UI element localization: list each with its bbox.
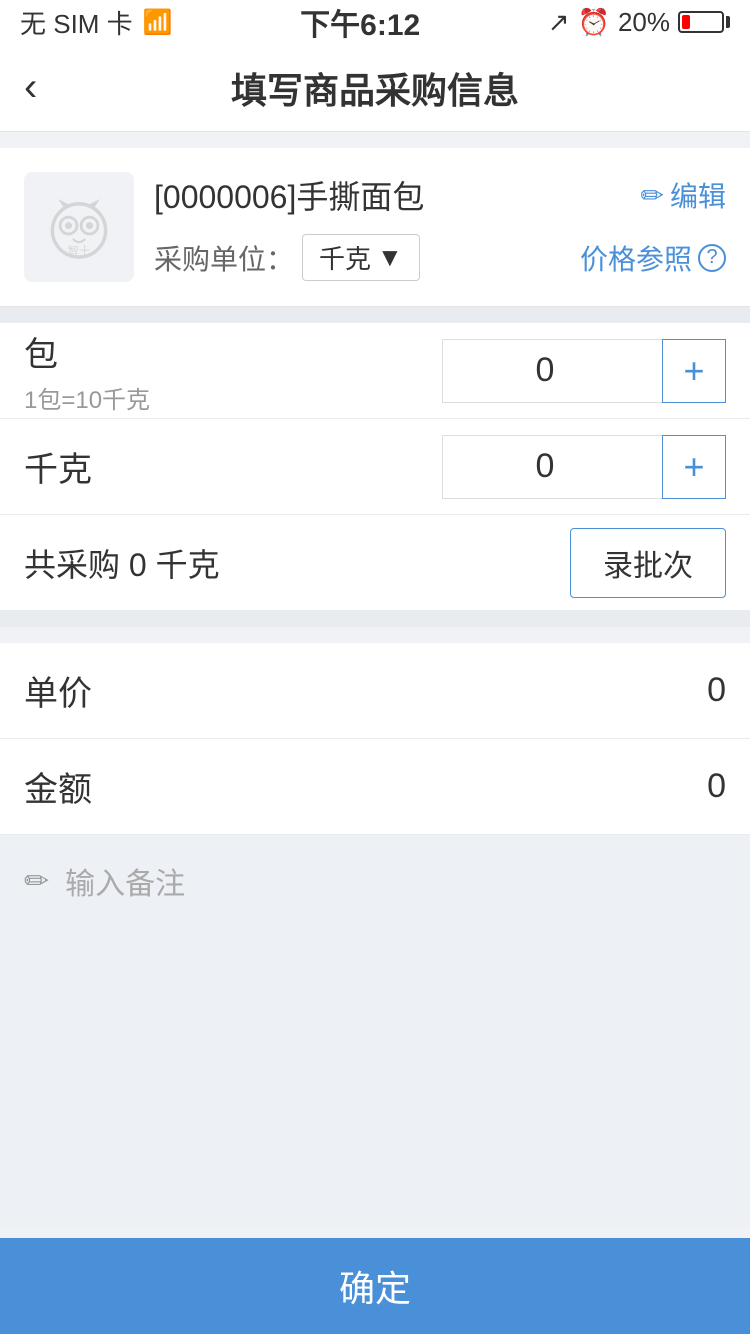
- kg-input-controls: +: [442, 435, 726, 499]
- battery-icon: [678, 11, 730, 33]
- back-button[interactable]: ‹: [24, 65, 37, 110]
- status-left: 无 SIM 卡 📶: [20, 4, 173, 41]
- price-section: 单价 0 金额 0: [0, 643, 750, 835]
- status-right: ↗ ⏰ 20%: [548, 7, 730, 38]
- product-image: 智十: [24, 172, 134, 282]
- help-icon: ?: [698, 244, 726, 272]
- battery-percent: 20%: [618, 7, 670, 38]
- nav-bar: ‹ 填写商品采购信息: [0, 44, 750, 132]
- remark-placeholder: 输入备注: [65, 859, 185, 903]
- unit-price-value: 0: [707, 671, 726, 710]
- bag-input-controls: +: [442, 339, 726, 403]
- wifi-icon: 📶: [143, 8, 173, 37]
- amount-row: 金额 0: [0, 739, 750, 835]
- confirm-button-label: 确定: [339, 1260, 411, 1312]
- confirm-button[interactable]: 确定: [0, 1238, 750, 1334]
- edit-button[interactable]: ✏ 编辑: [641, 175, 726, 215]
- record-batch-button[interactable]: 录批次: [570, 528, 726, 598]
- product-card: 智十 [0000006]手撕面包 ✏ 编辑 采购单位： 千克 ▼ 价格参照: [0, 148, 750, 307]
- summary-value: 0: [129, 547, 147, 583]
- pencil-icon: ✏: [24, 864, 49, 899]
- unit-select-dropdown[interactable]: 千克 ▼: [302, 234, 420, 281]
- kg-label: 千克: [24, 442, 92, 491]
- unit-price-label: 单价: [24, 666, 92, 715]
- remark-section[interactable]: ✏ 输入备注: [0, 835, 750, 927]
- product-name: [0000006]手撕面包: [154, 172, 424, 218]
- summary-text: 共采购 0 千克: [24, 540, 220, 586]
- sim-status: 无 SIM 卡: [20, 4, 133, 41]
- quantity-section: 包 1包=10千克 + 千克 + 共采购 0 千克 录批次: [0, 323, 750, 611]
- kg-plus-button[interactable]: +: [662, 435, 726, 499]
- section-divider-2: [0, 611, 750, 627]
- unit-price-row: 单价 0: [0, 643, 750, 739]
- section-divider-1: [0, 307, 750, 323]
- chevron-down-icon: ▼: [377, 242, 403, 273]
- svg-text:智十: 智十: [68, 244, 90, 258]
- product-info: [0000006]手撕面包 ✏ 编辑 采购单位： 千克 ▼ 价格参照 ?: [154, 172, 726, 281]
- unit-row: 采购单位： 千克 ▼ 价格参照 ?: [154, 234, 726, 281]
- price-reference-button[interactable]: 价格参照 ?: [580, 238, 726, 278]
- location-icon: ↗: [548, 7, 570, 38]
- unit-label: 采购单位： 千克 ▼: [154, 234, 420, 281]
- bag-input-row: 包 1包=10千克 +: [0, 323, 750, 419]
- status-bar: 无 SIM 卡 📶 下午6:12 ↗ ⏰ 20%: [0, 0, 750, 44]
- bag-plus-button[interactable]: +: [662, 339, 726, 403]
- product-name-row: [0000006]手撕面包 ✏ 编辑: [154, 172, 726, 218]
- page-title: 填写商品采购信息: [231, 62, 519, 114]
- amount-label: 金额: [24, 762, 92, 811]
- summary-row: 共采购 0 千克 录批次: [0, 515, 750, 611]
- product-logo: 智十: [44, 192, 114, 262]
- kg-quantity-input[interactable]: [442, 435, 662, 499]
- amount-value: 0: [707, 767, 726, 806]
- bag-quantity-input[interactable]: [442, 339, 662, 403]
- bottom-space: [0, 927, 750, 1227]
- alarm-icon: ⏰: [578, 7, 610, 38]
- status-time: 下午6:12: [300, 0, 420, 44]
- kg-input-row: 千克 +: [0, 419, 750, 515]
- edit-icon: ✏: [641, 179, 664, 212]
- bag-label: 包 1包=10千克: [24, 327, 150, 415]
